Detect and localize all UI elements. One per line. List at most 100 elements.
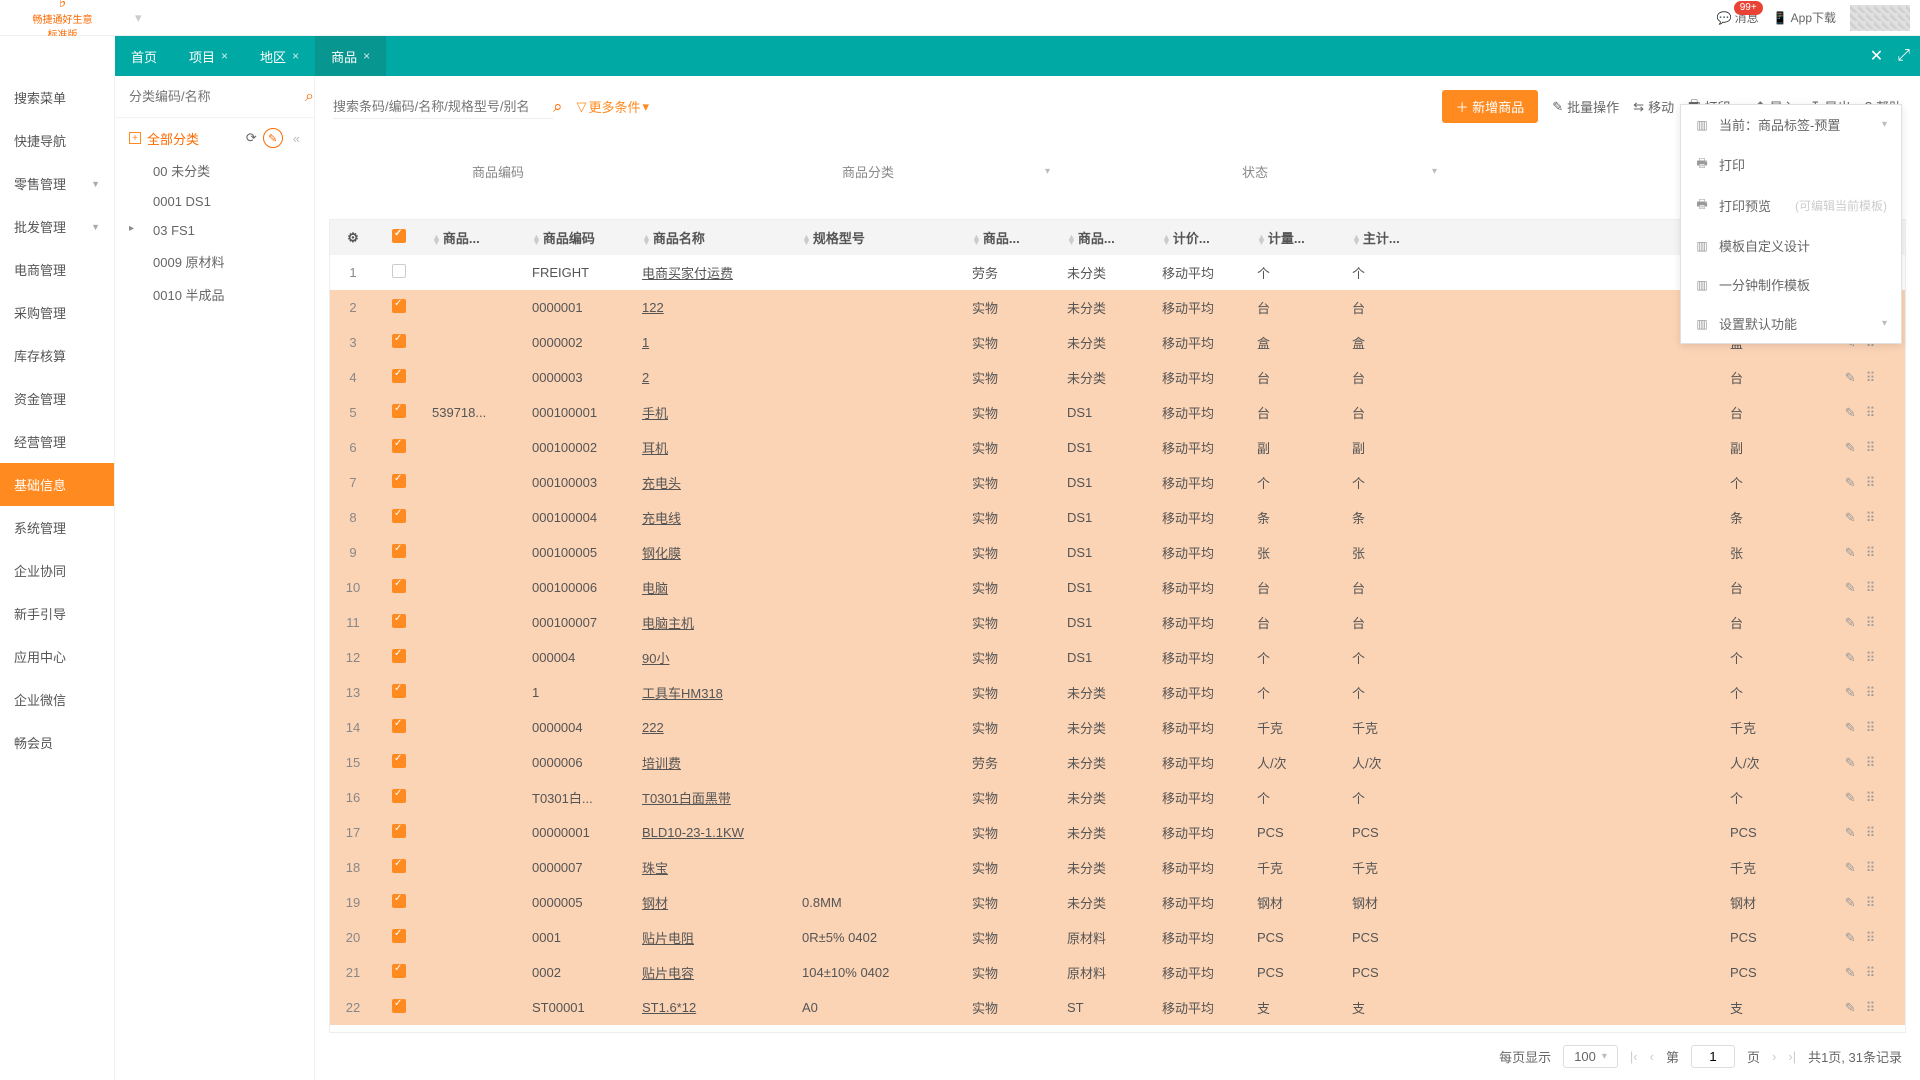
print-dropdown-item[interactable]: ▥设置默认功能▾ <box>1681 304 1901 343</box>
collapse-panel-icon[interactable]: « <box>293 131 300 146</box>
sidebar-item[interactable]: 经营管理 <box>0 420 114 463</box>
row-name[interactable]: 电脑 <box>632 570 792 605</box>
row-checkbox[interactable] <box>376 570 422 605</box>
row-checkbox[interactable] <box>376 990 422 1025</box>
close-icon[interactable]: × <box>292 49 299 63</box>
sidebar-item[interactable]: 资金管理 <box>0 377 114 420</box>
more-icon[interactable]: ⠿ <box>1866 720 1876 736</box>
row-name[interactable]: 工具车HM318 <box>632 675 792 710</box>
more-icon[interactable]: ⠿ <box>1866 615 1876 631</box>
sidebar-item[interactable]: 批发管理▼ <box>0 205 114 248</box>
more-icon[interactable]: ⠿ <box>1866 825 1876 841</box>
next-page-icon[interactable]: › <box>1772 1049 1776 1064</box>
sidebar-item[interactable]: 企业微信 <box>0 678 114 721</box>
more-icon[interactable]: ⠿ <box>1866 685 1876 701</box>
row-name[interactable]: 耳机 <box>632 430 792 465</box>
row-name[interactable]: 90小 <box>632 640 792 675</box>
row-checkbox[interactable] <box>376 290 422 325</box>
sidebar-item[interactable]: 零售管理▼ <box>0 162 114 205</box>
row-name[interactable]: 培训费 <box>632 745 792 780</box>
col-main[interactable]: ▲▼主计... <box>1342 220 1437 255</box>
more-filters-button[interactable]: ▽ 更多条件 ▾ <box>577 97 650 116</box>
edit-icon[interactable]: ✎ <box>1845 475 1856 491</box>
table-row[interactable]: 6000100002耳机实物DS1移动平均副副副✎⠿ <box>330 430 1905 465</box>
table-row[interactable]: 210002贴片电容104±10% 0402实物原材料移动平均PCSPCSPCS… <box>330 955 1905 990</box>
row-name[interactable]: 电脑主机 <box>632 605 792 640</box>
table-row[interactable]: 7000100003充电头实物DS1移动平均个个个✎⠿ <box>330 465 1905 500</box>
app-download-link[interactable]: 📱 App下载 <box>1773 9 1836 26</box>
sidebar-item[interactable]: 库存核算 <box>0 334 114 377</box>
row-name[interactable]: 122 <box>632 290 792 325</box>
edit-icon[interactable]: ✎ <box>1845 790 1856 806</box>
category-item[interactable]: 00 未分类 <box>143 154 314 187</box>
table-row[interactable]: 400000032实物未分类移动平均台台台✎⠿ <box>330 360 1905 395</box>
last-page-icon[interactable]: ›| <box>1788 1049 1796 1064</box>
first-page-icon[interactable]: |‹ <box>1630 1049 1638 1064</box>
table-row[interactable]: 1FREIGHT电商买家付运费劳务未分类移动平均个个个✎⠿ <box>330 255 1905 290</box>
table-row[interactable]: 190000005钢材0.8MM实物未分类移动平均钢材钢材钢材✎⠿ <box>330 885 1905 920</box>
row-checkbox[interactable] <box>376 360 422 395</box>
search-icon[interactable]: ⌕ <box>305 88 314 106</box>
edit-icon[interactable]: ✎ <box>1845 860 1856 876</box>
col-price[interactable]: ▲▼计价... <box>1152 220 1247 255</box>
edit-icon[interactable]: ✎ <box>1845 440 1856 456</box>
avatar[interactable] <box>1850 5 1910 31</box>
row-name[interactable]: 手机 <box>632 395 792 430</box>
filter-code[interactable]: 商品编码 <box>333 162 663 181</box>
sidebar-item[interactable]: 新手引导 <box>0 592 114 635</box>
sidebar-item[interactable]: 搜索菜单 <box>0 76 114 119</box>
row-name[interactable]: 钢化膜 <box>632 535 792 570</box>
more-icon[interactable]: ⠿ <box>1866 965 1876 981</box>
col-select-all[interactable] <box>376 220 422 255</box>
edit-icon[interactable]: ✎ <box>1845 755 1856 771</box>
row-checkbox[interactable] <box>376 955 422 990</box>
row-checkbox[interactable] <box>376 675 422 710</box>
more-icon[interactable]: ⠿ <box>1866 930 1876 946</box>
col-type[interactable]: ▲▼商品... <box>962 220 1057 255</box>
row-checkbox[interactable] <box>376 255 422 290</box>
edit-icon[interactable]: ✎ <box>1845 685 1856 701</box>
table-row[interactable]: 8000100004充电线实物DS1移动平均条条条✎⠿ <box>330 500 1905 535</box>
edit-icon[interactable]: ✎ <box>1845 615 1856 631</box>
refresh-icon[interactable]: ⟳ <box>246 130 257 146</box>
row-name[interactable]: T0301白面黑带 <box>632 780 792 815</box>
fullscreen-icon[interactable]: ⤢ <box>1897 47 1910 65</box>
row-name[interactable]: ST1.6*12 <box>632 990 792 1025</box>
more-icon[interactable]: ⠿ <box>1866 860 1876 876</box>
tab-项目[interactable]: 项目× <box>173 36 244 76</box>
tab-地区[interactable]: 地区× <box>244 36 315 76</box>
edit-icon[interactable]: ✎ <box>1845 510 1856 526</box>
search-icon[interactable]: ⌕ <box>553 97 563 117</box>
table-row[interactable]: 180000007珠宝实物未分类移动平均千克千克千克✎⠿ <box>330 850 1905 885</box>
row-name[interactable]: 珠宝 <box>632 850 792 885</box>
table-row[interactable]: 20000001122实物未分类移动平均台台台✎⠿ <box>330 290 1905 325</box>
print-dropdown-item[interactable]: 🖶打印预览(可编辑当前模板) <box>1681 185 1901 226</box>
per-page-select[interactable]: 100▾ <box>1563 1045 1618 1068</box>
category-item[interactable]: 0009 原材料 <box>143 245 314 278</box>
table-row[interactable]: 150000006培训费劳务未分类移动平均人/次人/次人/次✎⠿ <box>330 745 1905 780</box>
edit-icon[interactable]: ✎ <box>1845 650 1856 666</box>
row-name[interactable]: 贴片电阻 <box>632 920 792 955</box>
print-dropdown-current[interactable]: ▥ 当前：商品标签-预置 ▾ <box>1681 105 1901 144</box>
edit-category-icon[interactable]: ✎ <box>263 128 283 148</box>
edit-icon[interactable]: ✎ <box>1845 895 1856 911</box>
category-item[interactable]: 0001 DS1 <box>143 187 314 216</box>
row-name[interactable]: 1 <box>632 325 792 360</box>
messages-link[interactable]: 💬 消息 99+ <box>1717 9 1759 26</box>
tab-商品[interactable]: 商品× <box>315 36 386 76</box>
row-checkbox[interactable] <box>376 745 422 780</box>
more-icon[interactable]: ⠿ <box>1866 580 1876 596</box>
col-name[interactable]: ▲▼商品名称 <box>632 220 792 255</box>
print-dropdown-item[interactable]: ▥模板自定义设计 <box>1681 226 1901 265</box>
page-input[interactable] <box>1691 1045 1735 1068</box>
row-name[interactable]: 充电头 <box>632 465 792 500</box>
add-product-button[interactable]: ＋ 新增商品 <box>1442 90 1539 123</box>
more-icon[interactable]: ⠿ <box>1866 370 1876 386</box>
search-input[interactable] <box>333 95 553 119</box>
table-row[interactable]: 131工具车HM318实物未分类移动平均个个个✎⠿ <box>330 675 1905 710</box>
category-search-input[interactable] <box>129 86 305 107</box>
row-checkbox[interactable] <box>376 780 422 815</box>
col-unit[interactable]: ▲▼计量... <box>1247 220 1342 255</box>
col-class[interactable]: ▲▼商品... <box>1057 220 1152 255</box>
sidebar-item[interactable]: 系统管理 <box>0 506 114 549</box>
